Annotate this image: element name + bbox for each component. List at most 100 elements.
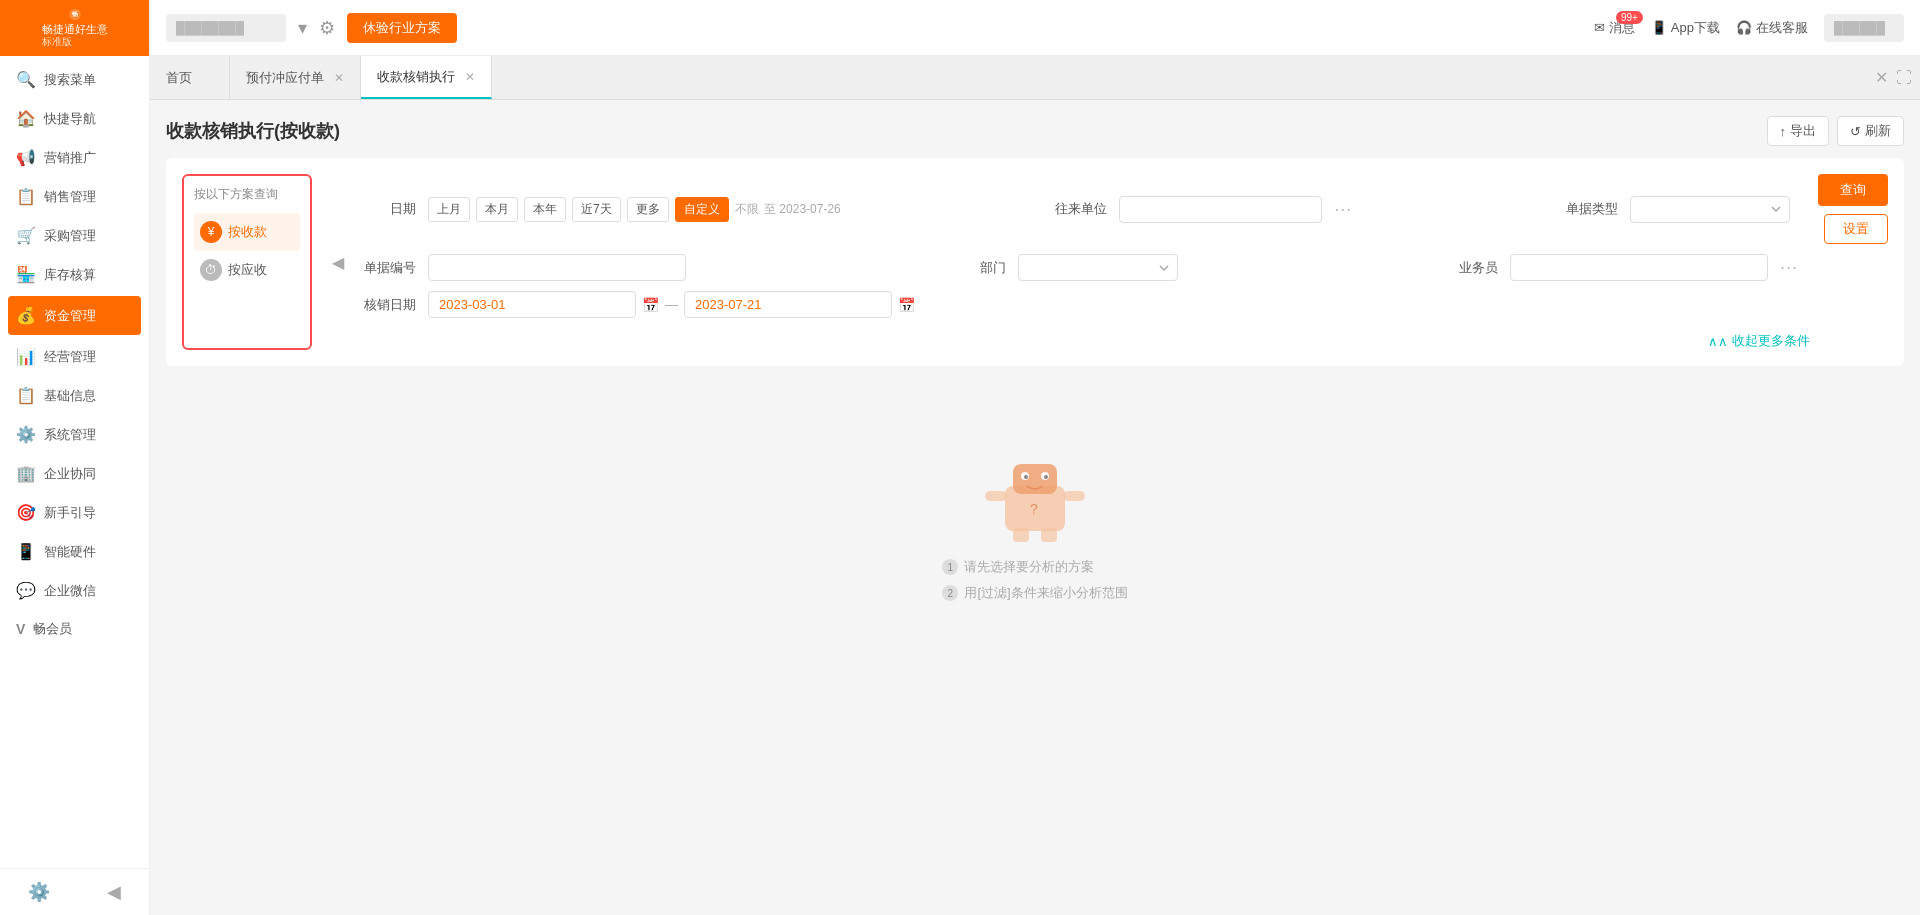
- logo-text: 畅捷通好生意 标准版: [42, 23, 108, 48]
- tab-prepay[interactable]: 预付冲应付单 ✕: [230, 56, 361, 99]
- filter-by-receivable-label: 按应收: [228, 261, 267, 279]
- sidebar-item-sales[interactable]: 📋 销售管理: [0, 177, 149, 216]
- date-btn-this-year[interactable]: 本年: [524, 197, 566, 222]
- date-btn-this-month[interactable]: 本月: [476, 197, 518, 222]
- sidebar-item-inventory[interactable]: 🏪 库存核算: [0, 255, 149, 294]
- sidebar-item-label: 销售管理: [44, 188, 96, 206]
- date-btn-7days[interactable]: 近7天: [572, 197, 621, 222]
- salesperson-dots[interactable]: ···: [1780, 257, 1798, 278]
- prepay-tab-close[interactable]: ✕: [334, 71, 344, 85]
- sidebar-item-guide[interactable]: 🎯 新手引导: [0, 493, 149, 532]
- filter-by-receivable[interactable]: ⏱ 按应收: [194, 251, 300, 289]
- topbar-actions: ✉ 消息 99+ 📱 App下载 🎧 在线客服 ██████: [1594, 14, 1904, 42]
- tip-text-1: 请先选择要分析的方案: [964, 558, 1094, 576]
- hardware-icon: 📱: [16, 542, 36, 561]
- sidebar-item-wechat[interactable]: 💬 企业微信: [0, 571, 149, 610]
- collapse-sidebar-icon[interactable]: ◀: [107, 881, 121, 903]
- salesperson-label: 业务员: [1438, 259, 1498, 277]
- svg-point-6: [1024, 475, 1028, 479]
- refresh-btn[interactable]: ↺ 刷新: [1837, 116, 1904, 146]
- sidebar-item-marketing[interactable]: 📢 营销推广: [0, 138, 149, 177]
- guide-icon: 🎯: [16, 503, 36, 522]
- verify-date-label: 核销日期: [356, 296, 416, 314]
- industry-btn[interactable]: 休验行业方案: [347, 13, 457, 43]
- tab-close-all-icon[interactable]: ✕: [1875, 68, 1888, 87]
- date-btn-custom[interactable]: 自定义: [675, 197, 729, 222]
- dept-label: 部门: [946, 259, 1006, 277]
- svg-rect-9: [1063, 491, 1085, 501]
- sidebar-item-label: 企业协同: [44, 465, 96, 483]
- sidebar-item-search[interactable]: 🔍 搜索菜单: [0, 60, 149, 99]
- sales-icon: 📋: [16, 187, 36, 206]
- prepay-tab-label: 预付冲应付单: [246, 69, 324, 87]
- collapse-more-label: 收起更多条件: [1732, 332, 1810, 350]
- settings-bottom-icon[interactable]: ⚙️: [28, 881, 50, 903]
- sidebar-item-label: 企业微信: [44, 582, 96, 600]
- export-icon: ↑: [1780, 124, 1787, 139]
- sidebar-item-system[interactable]: ⚙️ 系统管理: [0, 415, 149, 454]
- message-action[interactable]: ✉ 消息 99+: [1594, 19, 1635, 37]
- topbar-brand: ████████: [166, 14, 286, 42]
- doc-type-label: 单据类型: [1558, 200, 1618, 218]
- tip-num-2: 2: [942, 585, 958, 601]
- sidebar-item-hardware[interactable]: 📱 智能硬件: [0, 532, 149, 571]
- counterparty-input[interactable]: [1119, 196, 1323, 223]
- filter-collapse-btn[interactable]: ◀: [328, 174, 348, 350]
- receipt-verify-tab-close[interactable]: ✕: [465, 70, 475, 84]
- empty-svg-icon: ?: [975, 446, 1095, 546]
- vip-icon: V: [16, 621, 25, 637]
- app-download-action[interactable]: 📱 App下载: [1651, 19, 1720, 37]
- dept-select[interactable]: [1018, 254, 1178, 281]
- receipt-verify-tab-label: 收款核销执行: [377, 68, 455, 86]
- svg-point-7: [1044, 475, 1048, 479]
- sidebar-item-label: 资金管理: [44, 307, 96, 325]
- export-btn[interactable]: ↑ 导出: [1767, 116, 1830, 146]
- sidebar-item-vip[interactable]: V 畅会员: [0, 610, 149, 648]
- online-service-action[interactable]: 🎧 在线客服: [1736, 19, 1808, 37]
- page-title-actions: ↑ 导出 ↺ 刷新: [1767, 116, 1905, 146]
- doc-type-select[interactable]: [1630, 196, 1790, 223]
- topbar-dropdown-icon[interactable]: ▾: [298, 17, 307, 39]
- sidebar-item-enterprise[interactable]: 🏢 企业协同: [0, 454, 149, 493]
- verify-date-end-cal-icon[interactable]: 📅: [898, 297, 915, 313]
- tabbar: 首页 预付冲应付单 ✕ 收款核销执行 ✕ ✕ ⛶: [150, 56, 1920, 100]
- tab-home[interactable]: 首页: [150, 56, 230, 99]
- date-label: 日期: [356, 200, 416, 218]
- date-range-text: 不限 至 2023-07-26: [735, 201, 841, 218]
- sidebar-bottom: ⚙️ ◀: [0, 868, 149, 915]
- topbar-gear-icon[interactable]: ⚙: [319, 17, 335, 39]
- verify-date-start-cal-icon[interactable]: 📅: [642, 297, 659, 313]
- logo-icon: 畅: [59, 8, 91, 21]
- sidebar-item-finance[interactable]: 💰 资金管理: [8, 296, 141, 335]
- filter-by-receipt[interactable]: ¥ 按收款: [194, 213, 300, 251]
- topbar-user: ██████: [1824, 14, 1904, 42]
- message-icon: ✉: [1594, 20, 1605, 35]
- doc-no-input[interactable]: [428, 254, 686, 281]
- system-icon: ⚙️: [16, 425, 36, 444]
- verify-date-end-input[interactable]: [684, 291, 892, 318]
- svg-text:畅: 畅: [72, 10, 78, 17]
- counterparty-dots[interactable]: ···: [1334, 199, 1352, 220]
- tab-expand-icon[interactable]: ⛶: [1896, 69, 1912, 87]
- date-btn-more[interactable]: 更多: [627, 197, 669, 222]
- sidebar-item-label: 基础信息: [44, 387, 96, 405]
- salesperson-input[interactable]: [1510, 254, 1768, 281]
- finance-icon: 💰: [16, 306, 36, 325]
- export-label: 导出: [1790, 122, 1816, 140]
- sidebar-item-basic-info[interactable]: 📋 基础信息: [0, 376, 149, 415]
- home-icon: 🏠: [16, 109, 36, 128]
- date-btn-last-month[interactable]: 上月: [428, 197, 470, 222]
- brand-name: ████████: [176, 21, 244, 35]
- wechat-icon: 💬: [16, 581, 36, 600]
- sidebar-item-operations[interactable]: 📊 经营管理: [0, 337, 149, 376]
- verify-date-start-input[interactable]: [428, 291, 636, 318]
- query-btn[interactable]: 查询: [1818, 174, 1888, 206]
- tab-receipt-verify[interactable]: 收款核销执行 ✕: [361, 56, 492, 99]
- filter-sidebar-title: 按以下方案查询: [194, 186, 300, 203]
- tip-num-1: 1: [942, 559, 958, 575]
- settings-btn[interactable]: 设置: [1824, 214, 1888, 244]
- enterprise-icon: 🏢: [16, 464, 36, 483]
- collapse-more-btn[interactable]: ∧∧ 收起更多条件: [1708, 332, 1810, 350]
- sidebar-item-quick-nav[interactable]: 🏠 快捷导航: [0, 99, 149, 138]
- sidebar-item-purchase[interactable]: 🛒 采购管理: [0, 216, 149, 255]
